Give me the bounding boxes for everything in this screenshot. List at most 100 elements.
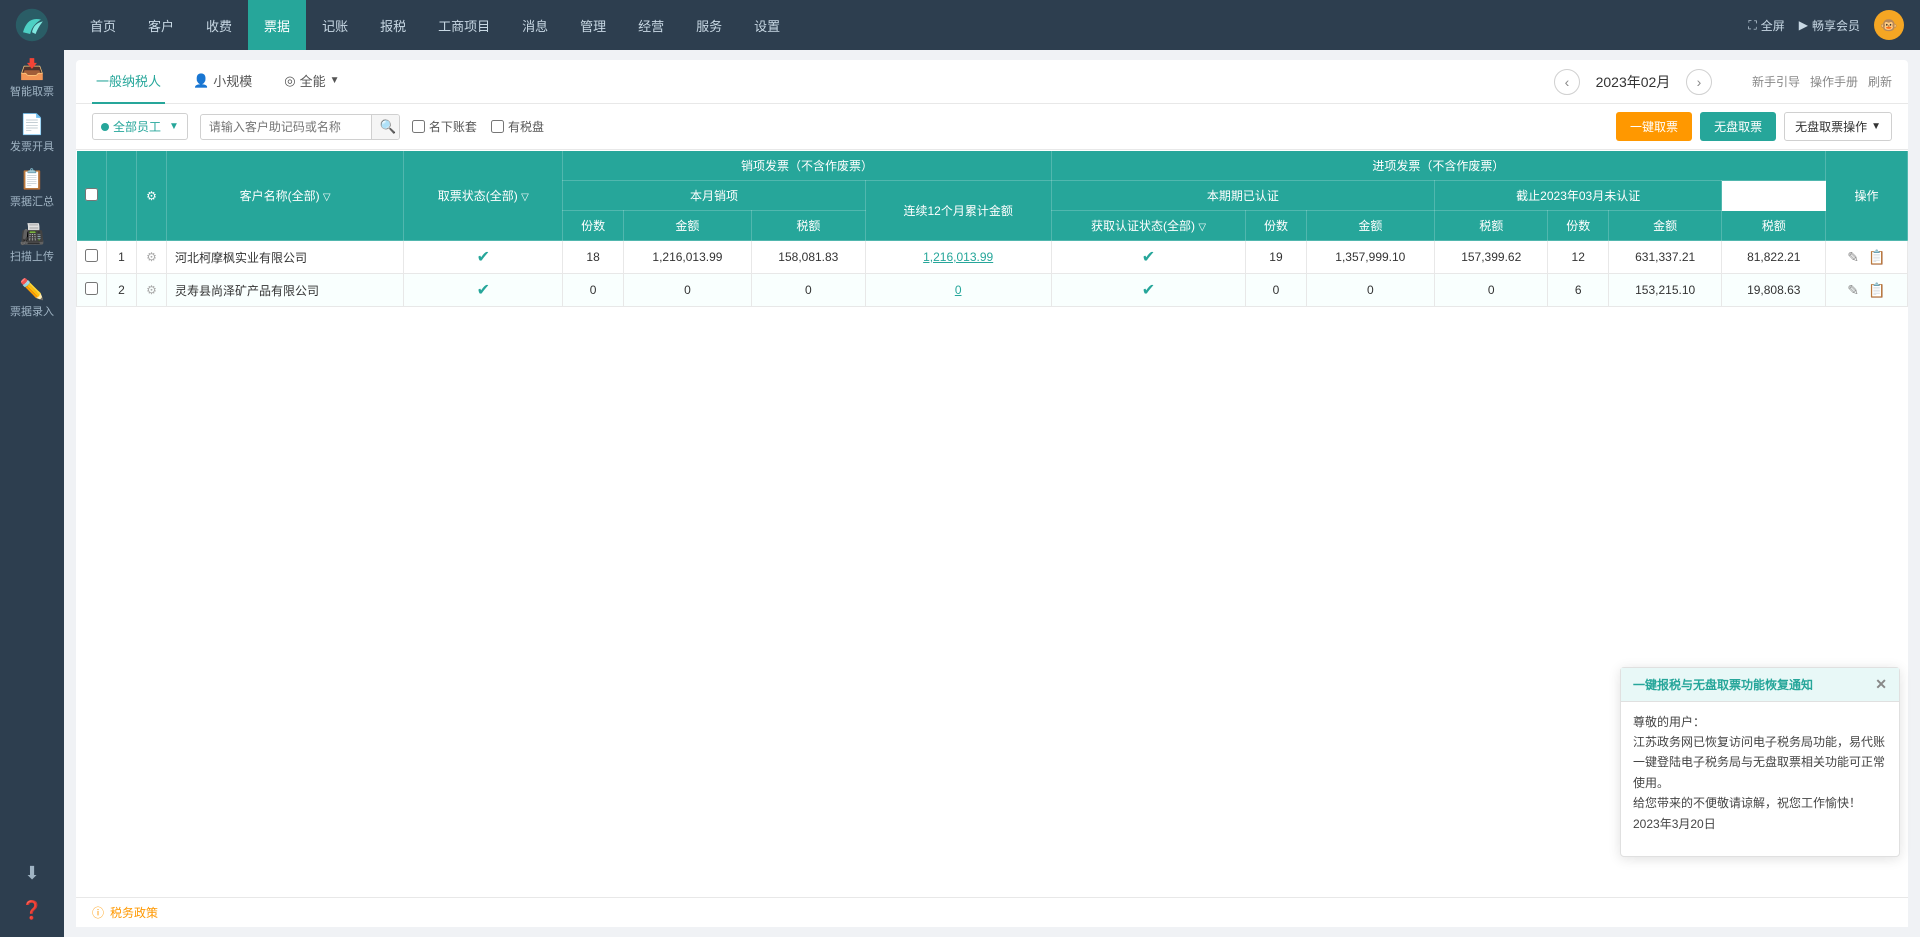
row-settings[interactable]: ⚙ (137, 241, 167, 274)
checkbox-account[interactable] (412, 120, 425, 133)
th-purchase-group: 进项发票（不含作废票） (1051, 151, 1825, 181)
th-ops: 操作 (1826, 151, 1908, 241)
row-purchase-until-tax: 81,822.21 (1722, 241, 1826, 274)
customer-search-input[interactable] (201, 116, 371, 138)
tab-all[interactable]: ◎ 全能 ▼ (280, 60, 343, 104)
notification-header: 一键报税与无盘取票功能恢复通知 ✕ (1621, 668, 1899, 702)
table-body: 1 ⚙ 河北柯摩枫实业有限公司 ✔ 18 1,216,013.99 158,08… (77, 241, 1908, 307)
nav-invoice[interactable]: 票据 (248, 0, 306, 50)
row-checkbox-cell[interactable] (77, 274, 107, 307)
sidebar-bottom: ⬇ ❓ (0, 853, 64, 937)
sidebar-item-invoice-open[interactable]: 📄 发票开具 (0, 105, 64, 160)
tab-general[interactable]: 一般纳税人 (92, 60, 165, 104)
th-until-march: 截止2023年03月未认证 (1434, 181, 1721, 211)
row-purchase-period-amount: 0 (1306, 274, 1434, 307)
row-verify-status: ✔ (1051, 274, 1246, 307)
detail-icon[interactable]: 📋 (1868, 282, 1885, 298)
sidebar-item-smart-fetch[interactable]: 📥 智能取票 (0, 50, 64, 105)
row-checkbox[interactable] (85, 282, 98, 295)
checkbox-account-label[interactable]: 名下账套 (412, 118, 477, 135)
nav-message[interactable]: 消息 (506, 0, 564, 50)
nav-customer[interactable]: 客户 (132, 0, 190, 50)
no-disk-fetch-btn[interactable]: 无盘取票 (1700, 112, 1776, 141)
date-label: 2023年02月 (1588, 72, 1678, 92)
row-12m-amount[interactable]: 1,216,013.99 (865, 241, 1051, 274)
detail-icon[interactable]: 📋 (1868, 249, 1885, 265)
chevron-down-icon: ▼ (169, 121, 179, 132)
row-purchase-period-amount: 1,357,999.10 (1306, 241, 1434, 274)
member-btn[interactable]: ▶ 畅享会员 (1799, 17, 1860, 34)
edit-icon[interactable]: ✎ (1847, 282, 1859, 298)
nav-business[interactable]: 工商项目 (422, 0, 506, 50)
employee-select[interactable]: 全部员工 ▼ (92, 113, 188, 140)
sidebar-item-data-entry[interactable]: ✏️ 票据录入 (0, 270, 64, 325)
filter-right: 一键取票 无盘取票 无盘取票操作 ▼ (1616, 112, 1892, 141)
app-logo (0, 0, 64, 50)
th-12months: 连续12个月累计金额 (865, 181, 1051, 241)
row-12m-amount[interactable]: 0 (865, 274, 1051, 307)
nav-settings[interactable]: 设置 (738, 0, 796, 50)
row-sales-tax: 158,081.83 (752, 241, 866, 274)
search-button[interactable]: 🔍 (371, 115, 400, 139)
nav-tax[interactable]: 报税 (364, 0, 422, 50)
table-row: 2 ⚙ 灵寿县尚泽矿产品有限公司 ✔ 0 0 0 0 ✔ 0 0 0 6 153… (77, 274, 1908, 307)
one-click-fetch-btn[interactable]: 一键取票 (1616, 112, 1692, 141)
row-customer: 灵寿县尚泽矿产品有限公司 (167, 274, 404, 307)
data-entry-icon: ✏️ (20, 280, 45, 300)
checkbox-taxdisk[interactable] (491, 120, 504, 133)
tax-policy-link[interactable]: 税务政策 (110, 904, 158, 921)
dot-icon (101, 123, 109, 131)
topnav: 首页 客户 收费 票据 记账 报税 工商项目 消息 管理 经营 服务 设置 ⛶ … (64, 0, 1920, 50)
row-index: 1 (107, 241, 137, 274)
prev-month-btn[interactable]: ‹ (1554, 69, 1580, 95)
select-all-checkbox[interactable] (85, 188, 98, 201)
tab-small[interactable]: 👤 小规模 (189, 60, 256, 104)
checkbox-taxdisk-label[interactable]: 有税盘 (491, 118, 544, 135)
topnav-items: 首页 客户 收费 票据 记账 报税 工商项目 消息 管理 经营 服务 设置 (74, 0, 1748, 50)
user-avatar[interactable]: 🐵 (1874, 10, 1904, 40)
no-disk-ops-btn[interactable]: 无盘取票操作 ▼ (1784, 112, 1892, 141)
scan-upload-icon: 📠 (20, 225, 45, 245)
sidebar-item-download[interactable]: ⬇ (0, 853, 64, 890)
row-checkbox[interactable] (85, 249, 98, 262)
row-checkbox-cell[interactable] (77, 241, 107, 274)
notification-close-btn[interactable]: ✕ (1875, 676, 1887, 693)
nav-service[interactable]: 服务 (680, 0, 738, 50)
row-verify-status: ✔ (1051, 241, 1246, 274)
th-this-period: 本期期已认证 (1051, 181, 1434, 211)
new-guide-link[interactable]: 新手引导 (1752, 73, 1800, 90)
th-sales-group: 销项发票（不含作废票） (563, 151, 1051, 181)
edit-icon[interactable]: ✎ (1847, 249, 1859, 265)
nav-finance[interactable]: 经营 (622, 0, 680, 50)
row-purchase-until-count: 12 (1548, 241, 1608, 274)
row-actions: ✎ 📋 (1826, 241, 1908, 274)
nav-bookkeeping[interactable]: 记账 (306, 0, 364, 50)
notification-content: 尊敬的用户：江苏政务网已恢复访问电子税务局功能，易代账一键登陆电子税务局与无盘取… (1633, 712, 1887, 834)
th-purchase-until-amount: 金额 (1608, 211, 1722, 241)
row-purchase-until-amount: 153,215.10 (1608, 274, 1722, 307)
th-purchase-until-tax: 税额 (1722, 211, 1826, 241)
th-this-month: 本月销项 (563, 181, 865, 211)
refresh-link[interactable]: 刷新 (1868, 73, 1892, 90)
sidebar-item-help[interactable]: ❓ (0, 890, 64, 927)
th-purchase-period-count: 份数 (1246, 211, 1306, 241)
th-sales-count: 份数 (563, 211, 623, 241)
th-purchase-period-amount: 金额 (1306, 211, 1434, 241)
smart-fetch-icon: 📥 (20, 60, 45, 80)
th-checkbox (77, 151, 107, 241)
notification-line: 江苏政务网已恢复访问电子税务局功能，易代账一键登陆电子税务局与无盘取票相关功能可… (1633, 732, 1887, 793)
nav-home[interactable]: 首页 (74, 0, 132, 50)
nav-management[interactable]: 管理 (564, 0, 622, 50)
fullscreen-btn[interactable]: ⛶ 全屏 (1748, 17, 1784, 34)
sidebar-item-invoice-summary[interactable]: 📋 票据汇总 (0, 160, 64, 215)
tab-bar: 一般纳税人 👤 小规模 ◎ 全能 ▼ ‹ 2023年02月 › 新手引导 操作手… (76, 60, 1908, 104)
notification-title: 一键报税与无盘取票功能恢复通知 (1633, 676, 1813, 693)
sidebar-item-scan-upload[interactable]: 📠 扫描上传 (0, 215, 64, 270)
manual-link[interactable]: 操作手册 (1810, 73, 1858, 90)
row-settings[interactable]: ⚙ (137, 274, 167, 307)
nav-revenue[interactable]: 收费 (190, 0, 248, 50)
filter-icon2: ▽ (521, 192, 529, 203)
notification-line: 尊敬的用户： (1633, 712, 1887, 732)
next-month-btn[interactable]: › (1686, 69, 1712, 95)
row-sales-tax: 0 (752, 274, 866, 307)
